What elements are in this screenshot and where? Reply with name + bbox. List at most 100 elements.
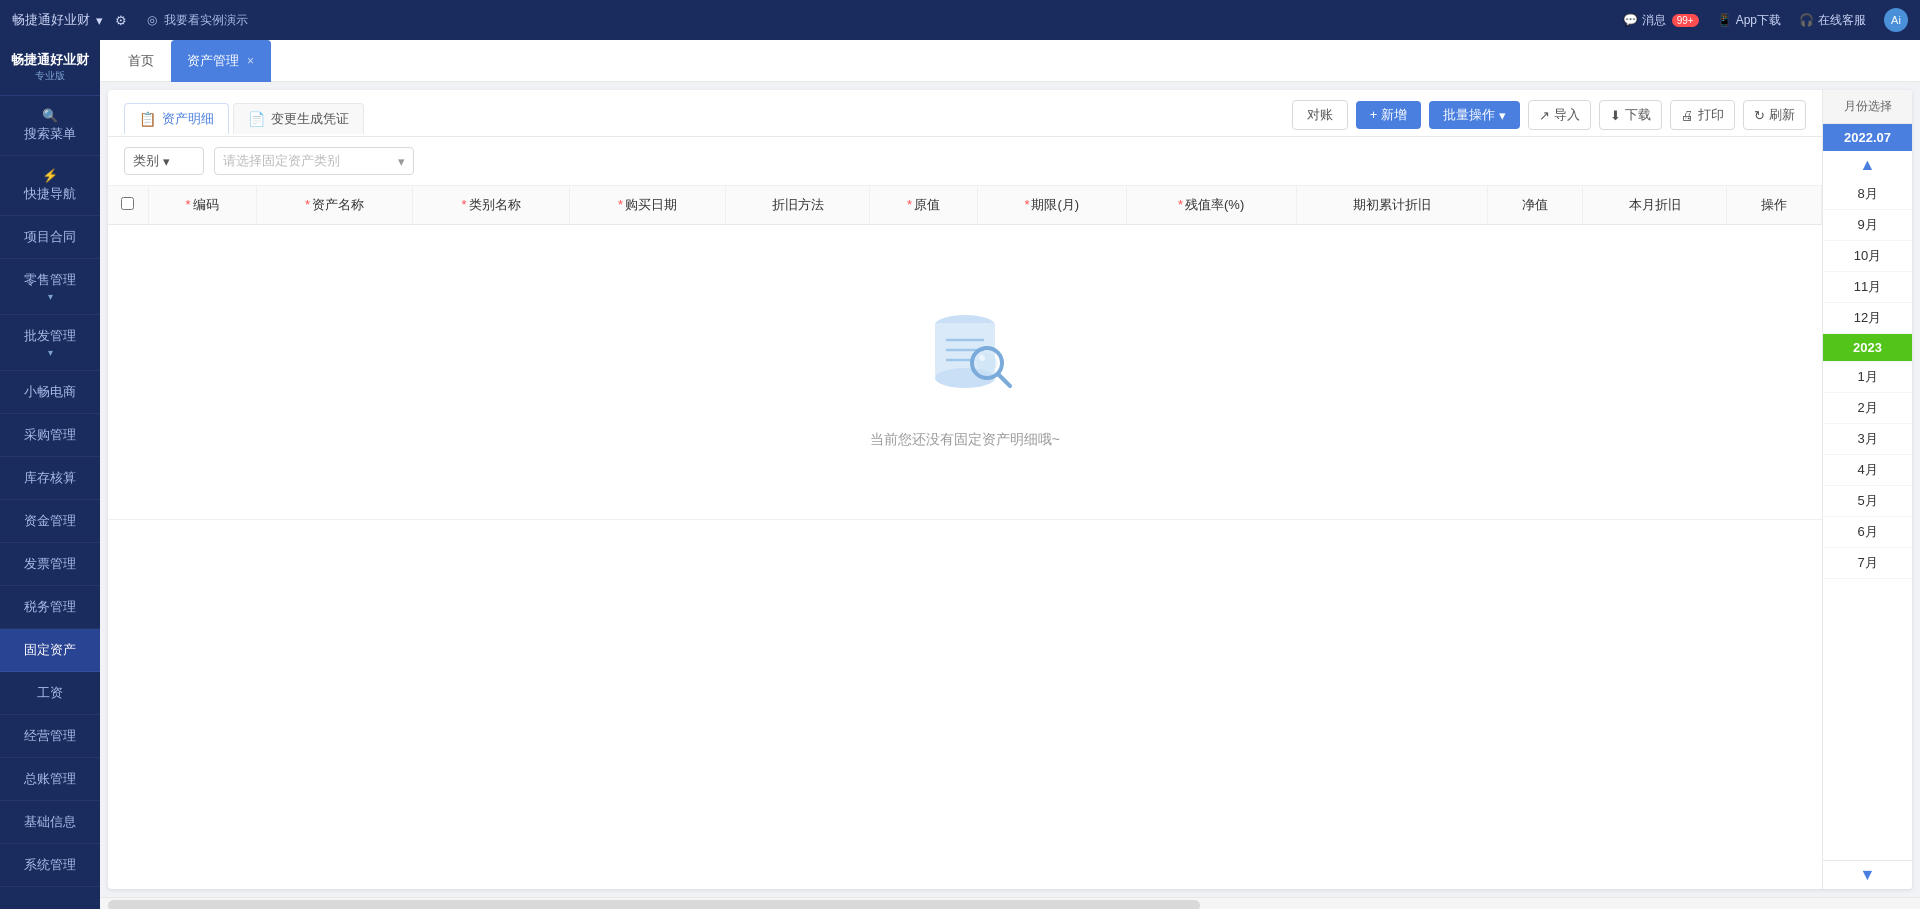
sidebar-item-invoice[interactable]: 发票管理: [0, 543, 100, 586]
batch-button[interactable]: 批量操作 ▾: [1429, 101, 1520, 129]
empty-text: 当前您还没有固定资产明细哦~: [870, 431, 1060, 449]
svg-line-8: [998, 374, 1010, 386]
avatar[interactable]: Ai: [1884, 8, 1908, 32]
sidebar-item-wholesale[interactable]: 批发管理 ▾: [0, 315, 100, 371]
import-icon: ↗: [1539, 108, 1550, 123]
tab-assets[interactable]: 资产管理 ×: [171, 40, 271, 82]
month-item-may-2023[interactable]: 5月: [1823, 486, 1912, 517]
month-item-apr-2023[interactable]: 4月: [1823, 455, 1912, 486]
assets-table: *编码 *资产名称 *类别名称 *购买日期 折旧方法 *原值 *期限(月) *残…: [108, 186, 1822, 520]
sub-tab-change-voucher[interactable]: 📄 变更生成凭证: [233, 103, 364, 134]
filter-dropdown-icon: ▾: [163, 154, 170, 169]
messages-button[interactable]: 💬 消息 99+: [1623, 12, 1699, 29]
month-nav-down-button[interactable]: ▼: [1858, 865, 1878, 885]
page-content: 📋 资产明细 📄 变更生成凭证 对账 + 新增: [108, 90, 1912, 889]
month-item-mar-2023[interactable]: 3月: [1823, 424, 1912, 455]
col-code: *编码: [148, 186, 256, 225]
tab-close-icon[interactable]: ×: [247, 54, 254, 68]
refresh-button[interactable]: ↻ 刷新: [1743, 100, 1806, 130]
tab-bar: 首页 资产管理 ×: [100, 40, 1920, 82]
month-panel-header: 月份选择: [1823, 90, 1912, 124]
sidebar-item-finance[interactable]: 资金管理: [0, 500, 100, 543]
col-operations: 操作: [1726, 186, 1821, 225]
inner-content: 📋 资产明细 📄 变更生成凭证 对账 + 新增: [108, 90, 1822, 889]
month-item-feb-2023[interactable]: 2月: [1823, 393, 1912, 424]
brand-title: 畅捷通好业财: [8, 52, 92, 69]
brand-sub: 专业版: [8, 69, 92, 83]
category-filter-select[interactable]: 类别 ▾: [124, 147, 204, 175]
col-accumulated-depreciation: 期初累计折旧: [1296, 186, 1488, 225]
main-layout: 畅捷通好业财 专业版 🔍 搜索菜单 ⚡ 快捷导航 项目合同 零售管理 ▾ 批发管…: [0, 40, 1920, 909]
sidebar-item-quick-nav[interactable]: ⚡ 快捷导航: [0, 156, 100, 216]
change-voucher-icon: 📄: [248, 111, 265, 127]
refresh-icon: ↻: [1754, 108, 1765, 123]
month-list: 8月 9月 10月 11月 12月 2023 1月 2月 3月 4月 5月 6月…: [1823, 179, 1912, 860]
sidebar-item-basic[interactable]: 基础信息: [0, 801, 100, 844]
company-dropdown-icon[interactable]: ▾: [96, 13, 103, 28]
month-item-aug-2022[interactable]: 8月: [1823, 179, 1912, 210]
settings-icon[interactable]: ⚙: [115, 13, 127, 28]
sub-tabs: 📋 资产明细 📄 变更生成凭证 对账 + 新增: [108, 90, 1822, 137]
filter-input-dropdown-icon: ▾: [398, 154, 405, 169]
col-period: *期限(月): [978, 186, 1127, 225]
sidebar-item-operations[interactable]: 经营管理: [0, 715, 100, 758]
sidebar-item-purchase[interactable]: 采购管理: [0, 414, 100, 457]
app-download-button[interactable]: 📱 App下载: [1717, 12, 1781, 29]
month-item-jan-2023[interactable]: 1月: [1823, 362, 1912, 393]
table-container: *编码 *资产名称 *类别名称 *购买日期 折旧方法 *原值 *期限(月) *残…: [108, 186, 1822, 889]
col-asset-name: *资产名称: [256, 186, 413, 225]
sidebar-item-ecommerce[interactable]: 小畅电商: [0, 371, 100, 414]
col-purchase-date: *购买日期: [569, 186, 726, 225]
wholesale-expand-icon: ▾: [48, 347, 53, 358]
sidebar-item-assets[interactable]: 固定资产: [0, 629, 100, 672]
col-net-value: 净值: [1488, 186, 1583, 225]
sidebar-item-system[interactable]: 系统管理: [0, 844, 100, 887]
col-category: *类别名称: [413, 186, 570, 225]
sidebar-item-project[interactable]: 项目合同: [0, 216, 100, 259]
app-icon: 📱: [1717, 13, 1732, 27]
sidebar-item-general[interactable]: 总账管理: [0, 758, 100, 801]
sidebar-item-tax[interactable]: 税务管理: [0, 586, 100, 629]
reconcile-button[interactable]: 对账: [1292, 100, 1348, 130]
online-service-button[interactable]: 🎧 在线客服: [1799, 12, 1866, 29]
sidebar: 畅捷通好业财 专业版 🔍 搜索菜单 ⚡ 快捷导航 项目合同 零售管理 ▾ 批发管…: [0, 40, 100, 909]
svg-point-9: [979, 355, 985, 361]
messages-badge: 99+: [1672, 14, 1699, 27]
month-item-jul-2023[interactable]: 7月: [1823, 548, 1912, 579]
month-item-jun-2023[interactable]: 6月: [1823, 517, 1912, 548]
import-button[interactable]: ↗ 导入: [1528, 100, 1591, 130]
month-nav-bottom: ▼: [1823, 860, 1912, 889]
add-button[interactable]: + 新增: [1356, 101, 1421, 129]
retail-expand-icon: ▾: [48, 291, 53, 302]
header-right-actions: 💬 消息 99+ 📱 App下载 🎧 在线客服 Ai: [1623, 8, 1908, 32]
month-item-dec-2022[interactable]: 12月: [1823, 303, 1912, 334]
month-item-nov-2022[interactable]: 11月: [1823, 272, 1912, 303]
demo-link[interactable]: ◎ 我要看实例演示: [147, 12, 248, 29]
sub-tab-asset-list[interactable]: 📋 资产明细: [124, 103, 229, 134]
empty-illustration: [905, 295, 1025, 415]
col-original-value: *原值: [869, 186, 977, 225]
filter-toolbar: 类别 ▾ 请选择固定资产类别 ▾: [108, 137, 1822, 186]
sidebar-item-search[interactable]: 🔍 搜索菜单: [0, 96, 100, 156]
horizontal-scrollbar[interactable]: [100, 897, 1920, 909]
sidebar-item-payroll[interactable]: 工资: [0, 672, 100, 715]
download-icon: ⬇: [1610, 108, 1621, 123]
sidebar-item-inventory[interactable]: 库存核算: [0, 457, 100, 500]
empty-state: 当前您还没有固定资产明细哦~: [120, 235, 1810, 509]
quick-nav-icon: ⚡: [42, 168, 58, 183]
select-all-checkbox[interactable]: [121, 197, 134, 210]
category-input[interactable]: 请选择固定资产类别 ▾: [214, 147, 414, 175]
download-button[interactable]: ⬇ 下载: [1599, 100, 1662, 130]
service-icon: 🎧: [1799, 13, 1814, 27]
month-item-oct-2022[interactable]: 10月: [1823, 241, 1912, 272]
month-nav-up-button[interactable]: ▲: [1858, 155, 1878, 175]
sidebar-brand: 畅捷通好业财 专业版: [0, 40, 100, 96]
demo-icon: ◎: [147, 13, 157, 27]
search-icon: 🔍: [42, 108, 58, 123]
sidebar-item-retail[interactable]: 零售管理 ▾: [0, 259, 100, 315]
tab-home[interactable]: 首页: [112, 40, 171, 82]
month-item-current-year-badge: 2023: [1823, 334, 1912, 362]
print-button[interactable]: 🖨 打印: [1670, 100, 1735, 130]
month-item-sep-2022[interactable]: 9月: [1823, 210, 1912, 241]
top-header: 畅捷通好业财 ▾ ⚙ ◎ 我要看实例演示 💬 消息 99+ 📱 App下载 🎧 …: [0, 0, 1920, 40]
